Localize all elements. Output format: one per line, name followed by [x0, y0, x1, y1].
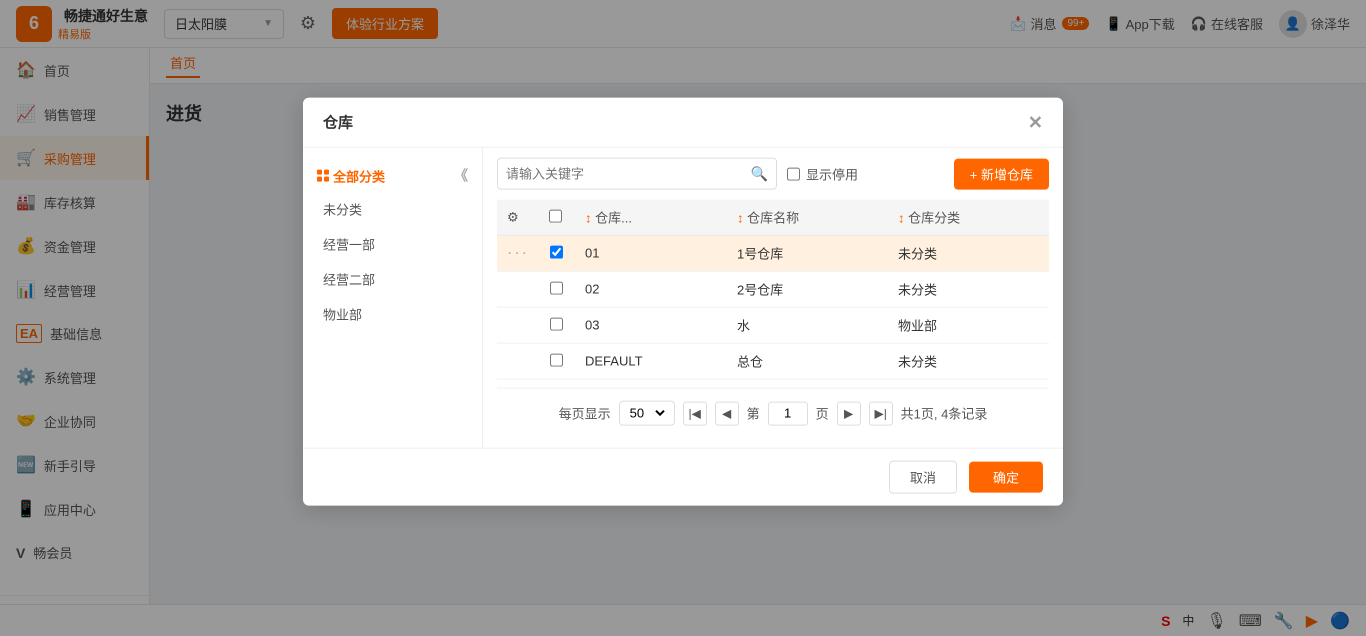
page-number-input[interactable]	[768, 401, 808, 425]
pagination: 每页显示 50 10 20 100 |◀ ◀ 第 页 ▶ ▶| 共1页, 4条记…	[497, 388, 1049, 438]
confirm-button[interactable]: 确定	[969, 462, 1043, 493]
warehouse-modal: 仓库 ✕ 全部分类 《 未分类 经营一	[303, 98, 1063, 506]
grid-icon	[317, 170, 329, 182]
prev-page-button[interactable]: ◀	[715, 401, 739, 425]
modal-body: 全部分类 《 未分类 经营一部 经营二部 物业部 🔍	[303, 148, 1063, 448]
per-page-dropdown[interactable]: 50 10 20 100	[626, 405, 668, 422]
collapse-icon[interactable]: 《	[454, 166, 468, 186]
table-toolbar: 🔍 显示停用 + 新增仓库	[497, 158, 1049, 190]
row-checkbox[interactable]	[550, 353, 563, 366]
row-category: 物业部	[888, 307, 1049, 343]
gear-icon: ⚙	[507, 209, 519, 224]
row-settings-cell: ···	[497, 235, 539, 271]
page-suffix: 页	[816, 404, 829, 423]
th-name: ↕ 仓库名称	[727, 200, 888, 236]
table-row[interactable]: ··· 01 1号仓库 未分类	[497, 235, 1049, 271]
cat-item-property[interactable]: 物业部	[303, 297, 482, 332]
search-box: 🔍	[497, 158, 777, 190]
table-header: ⚙ ↕ 仓库... ↕ 仓库名称	[497, 200, 1049, 236]
table-body: ··· 01 1号仓库 未分类 02 2号仓库 未分类	[497, 235, 1049, 379]
table-row[interactable]: 02 2号仓库 未分类	[497, 271, 1049, 307]
next-page-button[interactable]: ▶	[837, 401, 861, 425]
cat-item-dept1[interactable]: 经营一部	[303, 227, 482, 262]
th-settings: ⚙	[497, 200, 539, 236]
total-records: 共1页, 4条记录	[901, 404, 988, 423]
row-settings-cell	[497, 343, 539, 379]
row-code: 02	[575, 271, 727, 307]
modal-header: 仓库 ✕	[303, 98, 1063, 148]
last-page-button[interactable]: ▶|	[869, 401, 893, 425]
show-disabled-label: 显示停用	[787, 164, 858, 183]
row-checkbox-cell	[539, 271, 575, 307]
per-page-label: 每页显示	[559, 404, 611, 423]
row-name: 水	[727, 307, 888, 343]
row-checkbox-cell	[539, 307, 575, 343]
row-settings-cell	[497, 271, 539, 307]
modal-title: 仓库	[323, 112, 353, 133]
first-page-button[interactable]: |◀	[683, 401, 707, 425]
add-warehouse-button[interactable]: + 新增仓库	[954, 158, 1049, 189]
category-sidebar: 全部分类 《 未分类 经营一部 经营二部 物业部	[303, 148, 483, 448]
row-code: DEFAULT	[575, 343, 727, 379]
row-settings-cell	[497, 307, 539, 343]
row-code: 03	[575, 307, 727, 343]
category-header-label: 全部分类	[333, 166, 385, 185]
cat-item-dept2[interactable]: 经营二部	[303, 262, 482, 297]
cat-item-uncategorized[interactable]: 未分类	[303, 192, 482, 227]
table-container: ⚙ ↕ 仓库... ↕ 仓库名称	[497, 200, 1049, 380]
page-label: 第	[747, 404, 760, 423]
modal-footer: 取消 确定	[303, 448, 1063, 506]
search-icon: 🔍	[751, 165, 768, 182]
row-more-icon[interactable]: ···	[507, 244, 529, 261]
row-name: 2号仓库	[727, 271, 888, 307]
row-checkbox-cell	[539, 343, 575, 379]
select-all-checkbox[interactable]	[549, 209, 562, 222]
table-row[interactable]: 03 水 物业部	[497, 307, 1049, 343]
warehouse-table: ⚙ ↕ 仓库... ↕ 仓库名称	[497, 200, 1049, 380]
row-checkbox[interactable]	[550, 281, 563, 294]
th-checkbox	[539, 200, 575, 236]
row-name: 1号仓库	[727, 235, 888, 271]
th-category: ↕ 仓库分类	[888, 200, 1049, 236]
row-checkbox[interactable]	[550, 245, 563, 258]
row-category: 未分类	[888, 235, 1049, 271]
per-page-select[interactable]: 50 10 20 100	[619, 401, 675, 426]
row-code: 01	[575, 235, 727, 271]
row-checkbox[interactable]	[550, 317, 563, 330]
category-header: 全部分类 《	[303, 160, 482, 192]
table-area: 🔍 显示停用 + 新增仓库 ⚙	[483, 148, 1063, 448]
close-icon[interactable]: ✕	[1028, 113, 1043, 131]
show-disabled-checkbox[interactable]	[787, 167, 800, 180]
row-category: 未分类	[888, 343, 1049, 379]
cancel-button[interactable]: 取消	[889, 461, 957, 494]
table-row[interactable]: DEFAULT 总仓 未分类	[497, 343, 1049, 379]
row-name: 总仓	[727, 343, 888, 379]
row-category: 未分类	[888, 271, 1049, 307]
th-code: ↕ 仓库...	[575, 200, 727, 236]
row-checkbox-cell	[539, 235, 575, 271]
search-input[interactable]	[506, 166, 751, 181]
